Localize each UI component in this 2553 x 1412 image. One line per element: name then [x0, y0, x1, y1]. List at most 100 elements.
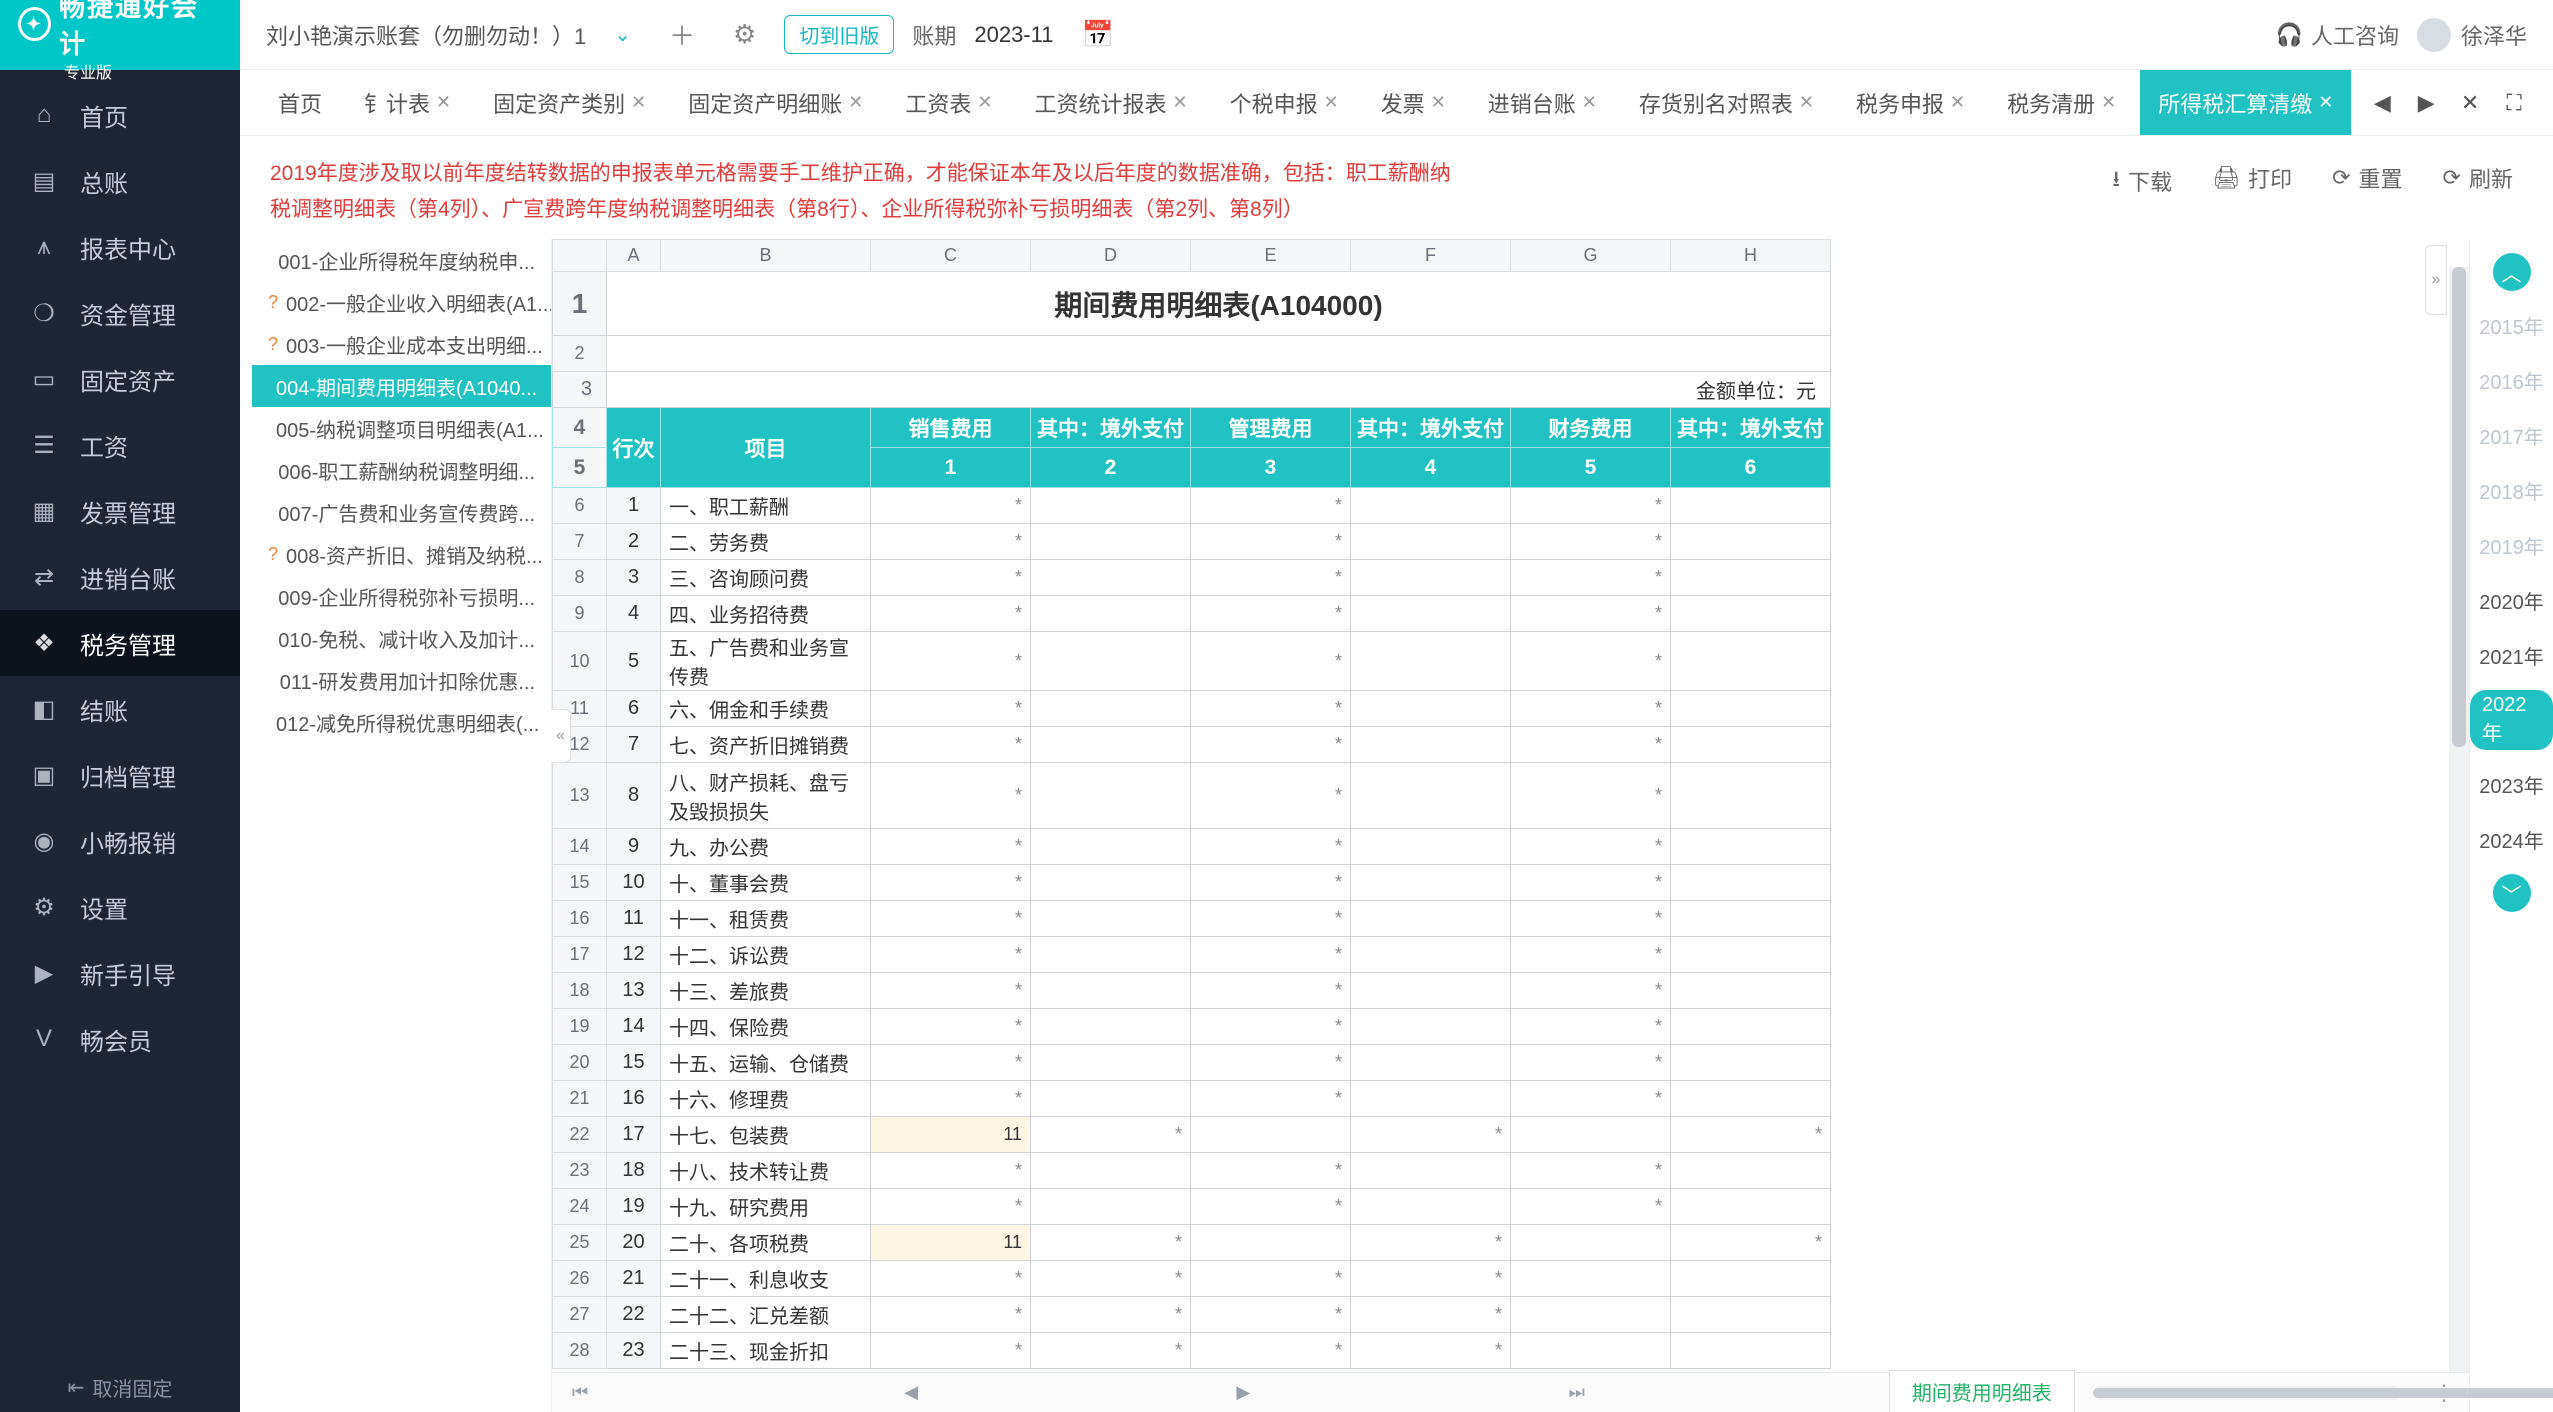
- plus-icon[interactable]: ＋: [659, 16, 705, 53]
- sidebar-item-archive-icon[interactable]: ▣归档管理: [0, 742, 240, 808]
- col-header[interactable]: B: [661, 240, 871, 272]
- data-cell[interactable]: [1351, 727, 1511, 763]
- gear-icon[interactable]: ⚙: [723, 19, 766, 50]
- sidebar-item-asset-icon[interactable]: ▭固定资产: [0, 346, 240, 412]
- data-cell[interactable]: [1351, 973, 1511, 1009]
- data-cell[interactable]: *: [1511, 1045, 1671, 1081]
- tab-close-all-icon[interactable]: ✕: [2451, 83, 2489, 123]
- data-cell[interactable]: [1031, 937, 1191, 973]
- data-cell[interactable]: *: [1191, 596, 1351, 632]
- data-cell[interactable]: [1671, 763, 1831, 829]
- data-cell[interactable]: *: [1511, 1081, 1671, 1117]
- close-icon[interactable]: ✕: [848, 92, 863, 113]
- data-cell[interactable]: *: [1511, 1153, 1671, 1189]
- sidebar-unpin[interactable]: ⇤ 取消固定: [0, 1362, 240, 1412]
- user-menu[interactable]: 徐泽华: [2417, 18, 2527, 52]
- data-cell[interactable]: *: [1191, 973, 1351, 1009]
- data-cell[interactable]: [1351, 632, 1511, 691]
- vertical-scrollbar[interactable]: [2449, 267, 2469, 1372]
- tab[interactable]: 固定资产类别 ✕: [475, 70, 664, 135]
- expand-panel-icon[interactable]: »: [2425, 245, 2447, 315]
- data-cell[interactable]: [1511, 1225, 1671, 1261]
- data-cell[interactable]: *: [871, 727, 1031, 763]
- form-list-item[interactable]: ?003-一般企业成本支出明细...: [252, 323, 551, 365]
- data-cell[interactable]: *: [1351, 1225, 1511, 1261]
- tab[interactable]: 个税申报 ✕: [1212, 70, 1357, 135]
- col-header[interactable]: H: [1671, 240, 1831, 272]
- form-list-item[interactable]: 011-研发费用加计扣除优惠...: [252, 659, 551, 701]
- data-cell[interactable]: *: [871, 524, 1031, 560]
- row-header[interactable]: 9: [553, 596, 607, 632]
- row-header[interactable]: 5: [553, 448, 607, 488]
- period-value[interactable]: 2023-11: [974, 22, 1053, 48]
- data-cell[interactable]: *: [871, 488, 1031, 524]
- data-cell[interactable]: [1671, 865, 1831, 901]
- form-list-item[interactable]: 001-企业所得税年度纳税申...: [252, 239, 551, 281]
- tab[interactable]: 税务申报 ✕: [1838, 70, 1983, 135]
- data-cell[interactable]: *: [1191, 1081, 1351, 1117]
- tab[interactable]: 进销台账 ✕: [1470, 70, 1615, 135]
- data-cell[interactable]: [1671, 1189, 1831, 1225]
- year-up-icon[interactable]: ︿: [2493, 253, 2531, 291]
- row-header[interactable]: 27: [553, 1297, 607, 1333]
- year-option[interactable]: 2020年: [2479, 580, 2544, 621]
- row-header[interactable]: 19: [553, 1009, 607, 1045]
- close-icon[interactable]: ✕: [1324, 92, 1339, 113]
- sheet-prev-icon[interactable]: ◀: [892, 1382, 1224, 1403]
- data-cell[interactable]: [1671, 1081, 1831, 1117]
- data-cell[interactable]: *: [1031, 1261, 1191, 1297]
- row-header[interactable]: 16: [553, 901, 607, 937]
- data-cell[interactable]: *: [1511, 524, 1671, 560]
- row-header[interactable]: 26: [553, 1261, 607, 1297]
- data-cell[interactable]: *: [871, 1189, 1031, 1225]
- data-cell[interactable]: *: [1511, 1189, 1671, 1225]
- data-cell[interactable]: [1031, 829, 1191, 865]
- tab[interactable]: 工资表 ✕: [887, 70, 1010, 135]
- data-cell[interactable]: *: [1511, 632, 1671, 691]
- download-button[interactable]: ⭳ 下载: [2102, 156, 2182, 206]
- sheet-last-icon[interactable]: ⏭: [1557, 1382, 1889, 1403]
- data-cell[interactable]: [1031, 1189, 1191, 1225]
- data-cell[interactable]: [1031, 1153, 1191, 1189]
- data-cell[interactable]: *: [1351, 1333, 1511, 1369]
- data-cell[interactable]: [1511, 1297, 1671, 1333]
- data-cell[interactable]: [1671, 727, 1831, 763]
- year-option[interactable]: 2024年: [2479, 819, 2544, 860]
- data-cell[interactable]: *: [871, 691, 1031, 727]
- year-down-icon[interactable]: ﹀: [2493, 874, 2531, 912]
- sidebar-item-ledger-icon[interactable]: ▤总账: [0, 148, 240, 214]
- data-cell[interactable]: [1031, 865, 1191, 901]
- account-dropdown-icon[interactable]: ⌄: [604, 22, 641, 47]
- sidebar-item-home-icon[interactable]: ⌂首页: [0, 82, 240, 148]
- col-header[interactable]: F: [1351, 240, 1511, 272]
- col-header[interactable]: G: [1511, 240, 1671, 272]
- form-list-item[interactable]: 010-免税、减计收入及加计...: [252, 617, 551, 659]
- spreadsheet[interactable]: ABCDEFGH1期间费用明细表(A104000)23金额单位：元4行次项目销售…: [552, 239, 1831, 1369]
- data-cell[interactable]: *: [1351, 1117, 1511, 1153]
- close-icon[interactable]: ✕: [2101, 92, 2116, 113]
- row-header[interactable]: 7: [553, 524, 607, 560]
- row-header[interactable]: 21: [553, 1081, 607, 1117]
- data-cell[interactable]: *: [1511, 937, 1671, 973]
- row-header[interactable]: 18: [553, 973, 607, 1009]
- data-cell[interactable]: *: [871, 1009, 1031, 1045]
- sidebar-item-close-period-icon[interactable]: ◧结账: [0, 676, 240, 742]
- tab[interactable]: 首页: [260, 70, 340, 135]
- data-cell[interactable]: [1671, 901, 1831, 937]
- year-option[interactable]: 2022年: [2470, 690, 2553, 750]
- data-cell[interactable]: [1031, 1081, 1191, 1117]
- data-cell[interactable]: *: [1191, 763, 1351, 829]
- data-cell[interactable]: *: [1511, 727, 1671, 763]
- data-cell[interactable]: [1031, 596, 1191, 632]
- data-cell[interactable]: *: [1191, 901, 1351, 937]
- sidebar-item-purchase-icon[interactable]: ⇄进销台账: [0, 544, 240, 610]
- data-cell[interactable]: *: [871, 901, 1031, 937]
- close-icon[interactable]: ✕: [1172, 92, 1187, 113]
- row-header[interactable]: 2: [553, 336, 607, 372]
- tab-scroll-right-icon[interactable]: ▶: [2407, 83, 2445, 123]
- tab[interactable]: 发票 ✕: [1363, 70, 1464, 135]
- data-cell[interactable]: *: [1191, 691, 1351, 727]
- row-header[interactable]: 22: [553, 1117, 607, 1153]
- data-cell[interactable]: [1351, 1081, 1511, 1117]
- form-list-item[interactable]: 006-职工薪酬纳税调整明细...: [252, 449, 551, 491]
